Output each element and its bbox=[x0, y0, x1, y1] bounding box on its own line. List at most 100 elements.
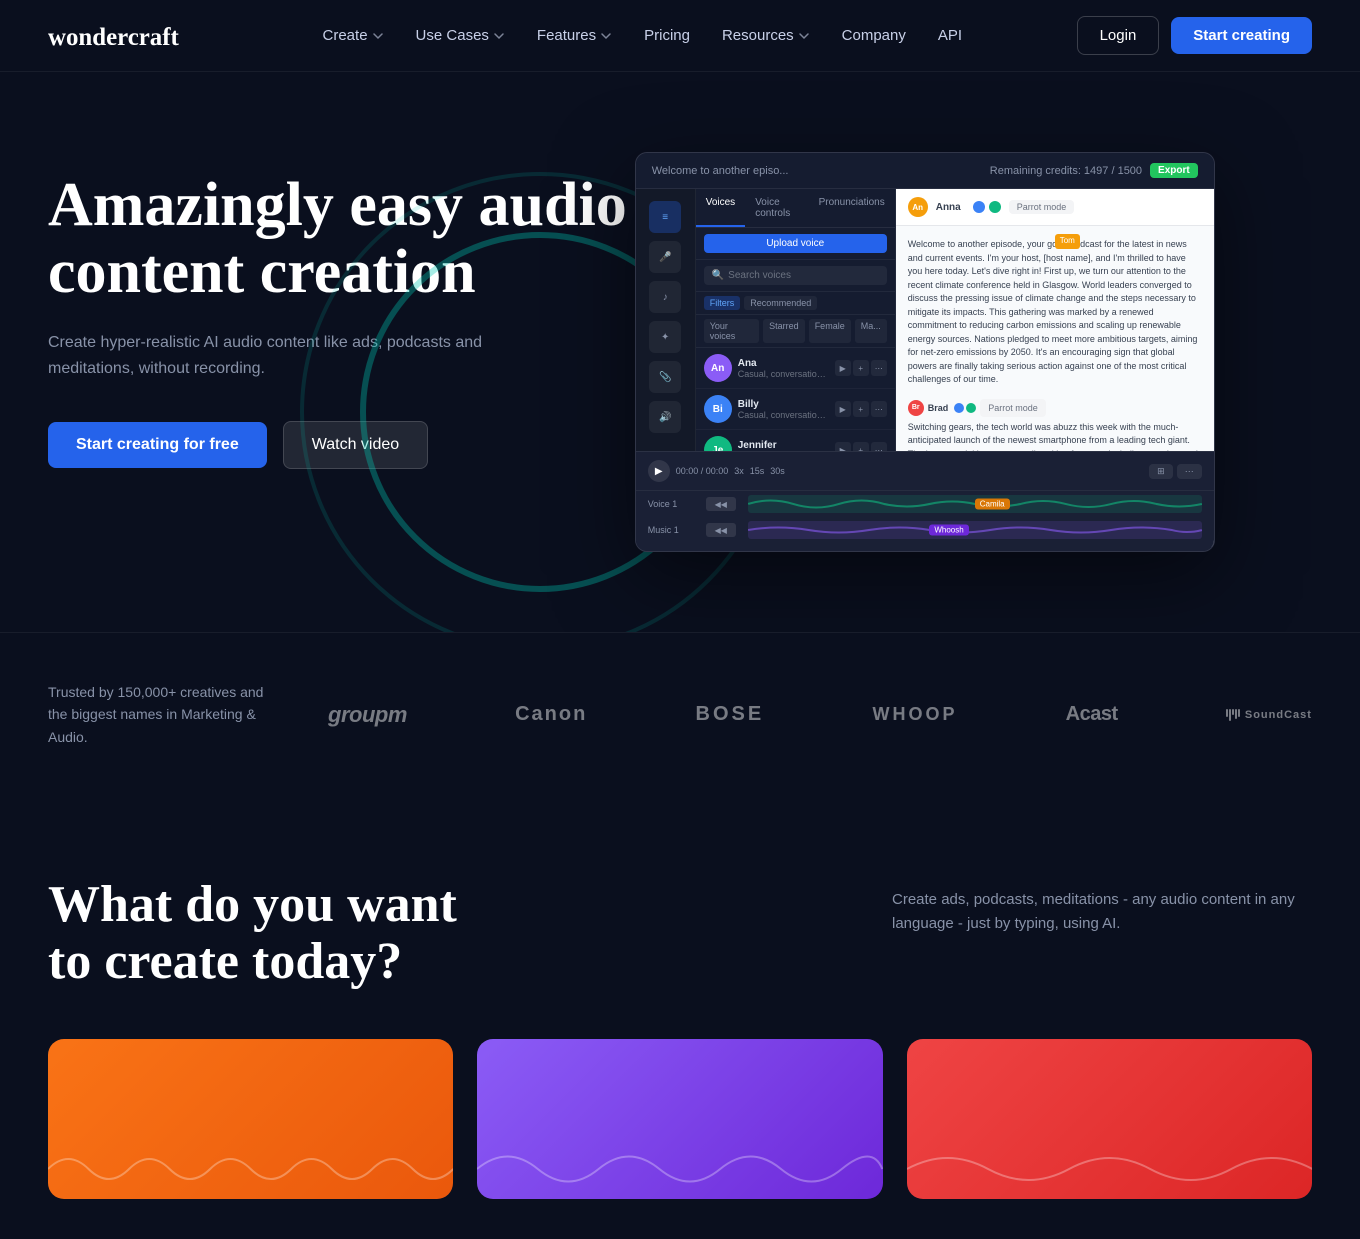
voice-item-billy[interactable]: Bi Billy Casual, conversational ▶ + ⋯ bbox=[696, 389, 895, 430]
brad-avatar: Br bbox=[908, 400, 924, 416]
voice-avatar-billy: Bi bbox=[704, 395, 732, 423]
music-track-bar[interactable]: Whoosh bbox=[748, 521, 1202, 539]
sidebar-content-icon[interactable]: ≡ bbox=[649, 201, 681, 233]
upload-voice-button[interactable]: Upload voice bbox=[704, 234, 887, 253]
filter-row: Filters Recommended bbox=[696, 292, 895, 315]
export-badge[interactable]: Export bbox=[1150, 163, 1198, 178]
whoosh-badge: Whoosh bbox=[929, 525, 968, 536]
waveform-track-voice: Voice 1 ◀◀ Camila bbox=[636, 491, 1214, 517]
voice-more-btn[interactable]: ⋯ bbox=[871, 401, 887, 417]
navbar: wondercraft Create Use Cases Features Pr… bbox=[0, 0, 1360, 72]
music-track-controls[interactable]: ◀◀ bbox=[706, 523, 736, 537]
app-episode-title: Welcome to another episo... bbox=[652, 165, 789, 177]
trusted-logos: groupm Canon BOSE WHOOP Acast SoundCast bbox=[328, 702, 1312, 728]
nav-item-use-cases[interactable]: Use Cases bbox=[402, 19, 519, 52]
play-button[interactable]: ▶ bbox=[648, 460, 670, 482]
chevron-down-icon bbox=[798, 30, 810, 42]
brad-indicator-2 bbox=[966, 403, 976, 413]
what-header: What do you want to create today? Create… bbox=[48, 876, 1312, 990]
watch-video-button[interactable]: Watch video bbox=[283, 421, 428, 469]
start-creating-nav-button[interactable]: Start creating bbox=[1171, 17, 1312, 54]
tab-voices[interactable]: Voices bbox=[696, 189, 745, 227]
sidebar-voices-icon[interactable]: 🎤 bbox=[649, 241, 681, 273]
tab-pronunciations[interactable]: Pronunciations bbox=[809, 189, 895, 227]
track-controls[interactable]: ◀◀ bbox=[706, 497, 736, 511]
music-waveform bbox=[748, 521, 1202, 539]
filter-your-voices[interactable]: Your voices bbox=[704, 319, 759, 343]
card-podcasts[interactable] bbox=[477, 1039, 882, 1199]
nav-item-create[interactable]: Create bbox=[309, 19, 398, 52]
waveform-settings-btn[interactable]: ⋯ bbox=[1177, 464, 1202, 479]
trusted-section: Trusted by 150,000+ creatives and the bi… bbox=[0, 632, 1360, 796]
speaker-indicator-2 bbox=[989, 201, 1001, 213]
app-waveform: ▶ 00:00 / 00:00 3x 15s 30s ⊞ ⋯ Voice 1 ◀… bbox=[636, 451, 1214, 551]
brad-indicator bbox=[954, 403, 964, 413]
card-waveform-icon-2 bbox=[477, 1139, 882, 1199]
login-button[interactable]: Login bbox=[1077, 16, 1160, 55]
card-meditations[interactable] bbox=[907, 1039, 1312, 1199]
hero-left: Amazingly easy audio content creation Cr… bbox=[48, 152, 655, 469]
voice-ana-actions: ▶ + ⋯ bbox=[835, 360, 887, 376]
start-creating-free-button[interactable]: Start creating for free bbox=[48, 422, 267, 468]
sidebar-audioclip-icon[interactable]: 🔊 bbox=[649, 401, 681, 433]
search-icon: 🔍 bbox=[712, 270, 724, 281]
voice-billy-actions: ▶ + ⋯ bbox=[835, 401, 887, 417]
logo-canon: Canon bbox=[515, 703, 587, 726]
speaker-avatar: An bbox=[908, 197, 928, 217]
mode-badge: Parrot mode bbox=[1009, 200, 1075, 214]
tooltip-name-badge: Tom bbox=[1055, 234, 1080, 249]
waveform-zoom-btn[interactable]: ⊞ bbox=[1149, 464, 1173, 479]
logo-bose: BOSE bbox=[696, 703, 765, 726]
logo-groupm: groupm bbox=[328, 702, 407, 728]
waveform-track-music: Music 1 ◀◀ Whoosh bbox=[636, 517, 1214, 543]
logo-whoop: WHOOP bbox=[872, 704, 957, 725]
what-subtitle: Create ads, podcasts, meditations - any … bbox=[892, 876, 1312, 936]
voice-add-btn[interactable]: + bbox=[853, 401, 869, 417]
voice-add-btn[interactable]: + bbox=[853, 360, 869, 376]
brad-mode-badge: Parrot mode bbox=[980, 399, 1046, 417]
voice-play-btn[interactable]: ▶ bbox=[835, 360, 851, 376]
voice-item-ana[interactable]: An Ana Casual, conversational, narrative… bbox=[696, 348, 895, 389]
nav-actions: Login Start creating bbox=[1077, 16, 1312, 55]
search-voices-input[interactable]: 🔍 Search voices bbox=[704, 266, 887, 285]
nav-item-pricing[interactable]: Pricing bbox=[630, 19, 704, 52]
app-header: Welcome to another episo... Remaining cr… bbox=[636, 153, 1214, 189]
card-ads[interactable] bbox=[48, 1039, 453, 1199]
filter-row-2: Your voices Starred Female Ma... bbox=[696, 315, 895, 348]
script-block-1: Welcome to another episode, your go-to p… bbox=[908, 238, 1202, 387]
what-title: What do you want to create today? bbox=[48, 876, 457, 990]
filter-filters[interactable]: Filters bbox=[704, 296, 741, 310]
voice-play-btn[interactable]: ▶ bbox=[835, 401, 851, 417]
voice-more-btn[interactable]: ⋯ bbox=[871, 360, 887, 376]
trusted-text: Trusted by 150,000+ creatives and the bi… bbox=[48, 681, 268, 748]
filter-more[interactable]: Ma... bbox=[855, 319, 887, 343]
sidebar-sfx-icon[interactable]: ✦ bbox=[649, 321, 681, 353]
hero-title: Amazingly easy audio content creation bbox=[48, 172, 655, 306]
hero-subtitle: Create hyper-realistic AI audio content … bbox=[48, 330, 528, 381]
filter-female[interactable]: Female bbox=[809, 319, 851, 343]
voice-info-billy: Billy Casual, conversational bbox=[738, 399, 829, 420]
credits-text: Remaining credits: 1497 / 1500 bbox=[990, 165, 1142, 177]
nav-item-company[interactable]: Company bbox=[828, 19, 920, 52]
nav-item-resources[interactable]: Resources bbox=[708, 19, 824, 52]
tab-voice-controls[interactable]: Voice controls bbox=[745, 189, 808, 227]
app-main-header: An Anna Parrot mode bbox=[896, 189, 1214, 226]
voices-tabs: Voices Voice controls Pronunciations bbox=[696, 189, 895, 228]
voice-info-ana: Ana Casual, conversational, narrative bbox=[738, 358, 829, 379]
logo[interactable]: wondercraft bbox=[48, 20, 208, 52]
card-waveform-icon-3 bbox=[907, 1139, 1312, 1199]
sidebar-music-icon[interactable]: ♪ bbox=[649, 281, 681, 313]
camila-badge: Camila bbox=[975, 499, 1010, 510]
nav-item-api[interactable]: API bbox=[924, 19, 976, 52]
nav-item-features[interactable]: Features bbox=[523, 19, 626, 52]
what-section: What do you want to create today? Create… bbox=[0, 796, 1360, 1238]
chevron-down-icon bbox=[600, 30, 612, 42]
sidebar-clip-icon[interactable]: 📎 bbox=[649, 361, 681, 393]
search-voices-container: 🔍 Search voices bbox=[696, 260, 895, 292]
hero-section: Amazingly easy audio content creation Cr… bbox=[0, 72, 1360, 632]
filter-starred[interactable]: Starred bbox=[763, 319, 805, 343]
voice-track-bar[interactable]: Camila bbox=[748, 495, 1202, 513]
nav-links: Create Use Cases Features Pricing Resour… bbox=[309, 19, 977, 52]
app-screenshot: Welcome to another episo... Remaining cr… bbox=[635, 152, 1215, 552]
filter-recommended[interactable]: Recommended bbox=[744, 296, 817, 310]
